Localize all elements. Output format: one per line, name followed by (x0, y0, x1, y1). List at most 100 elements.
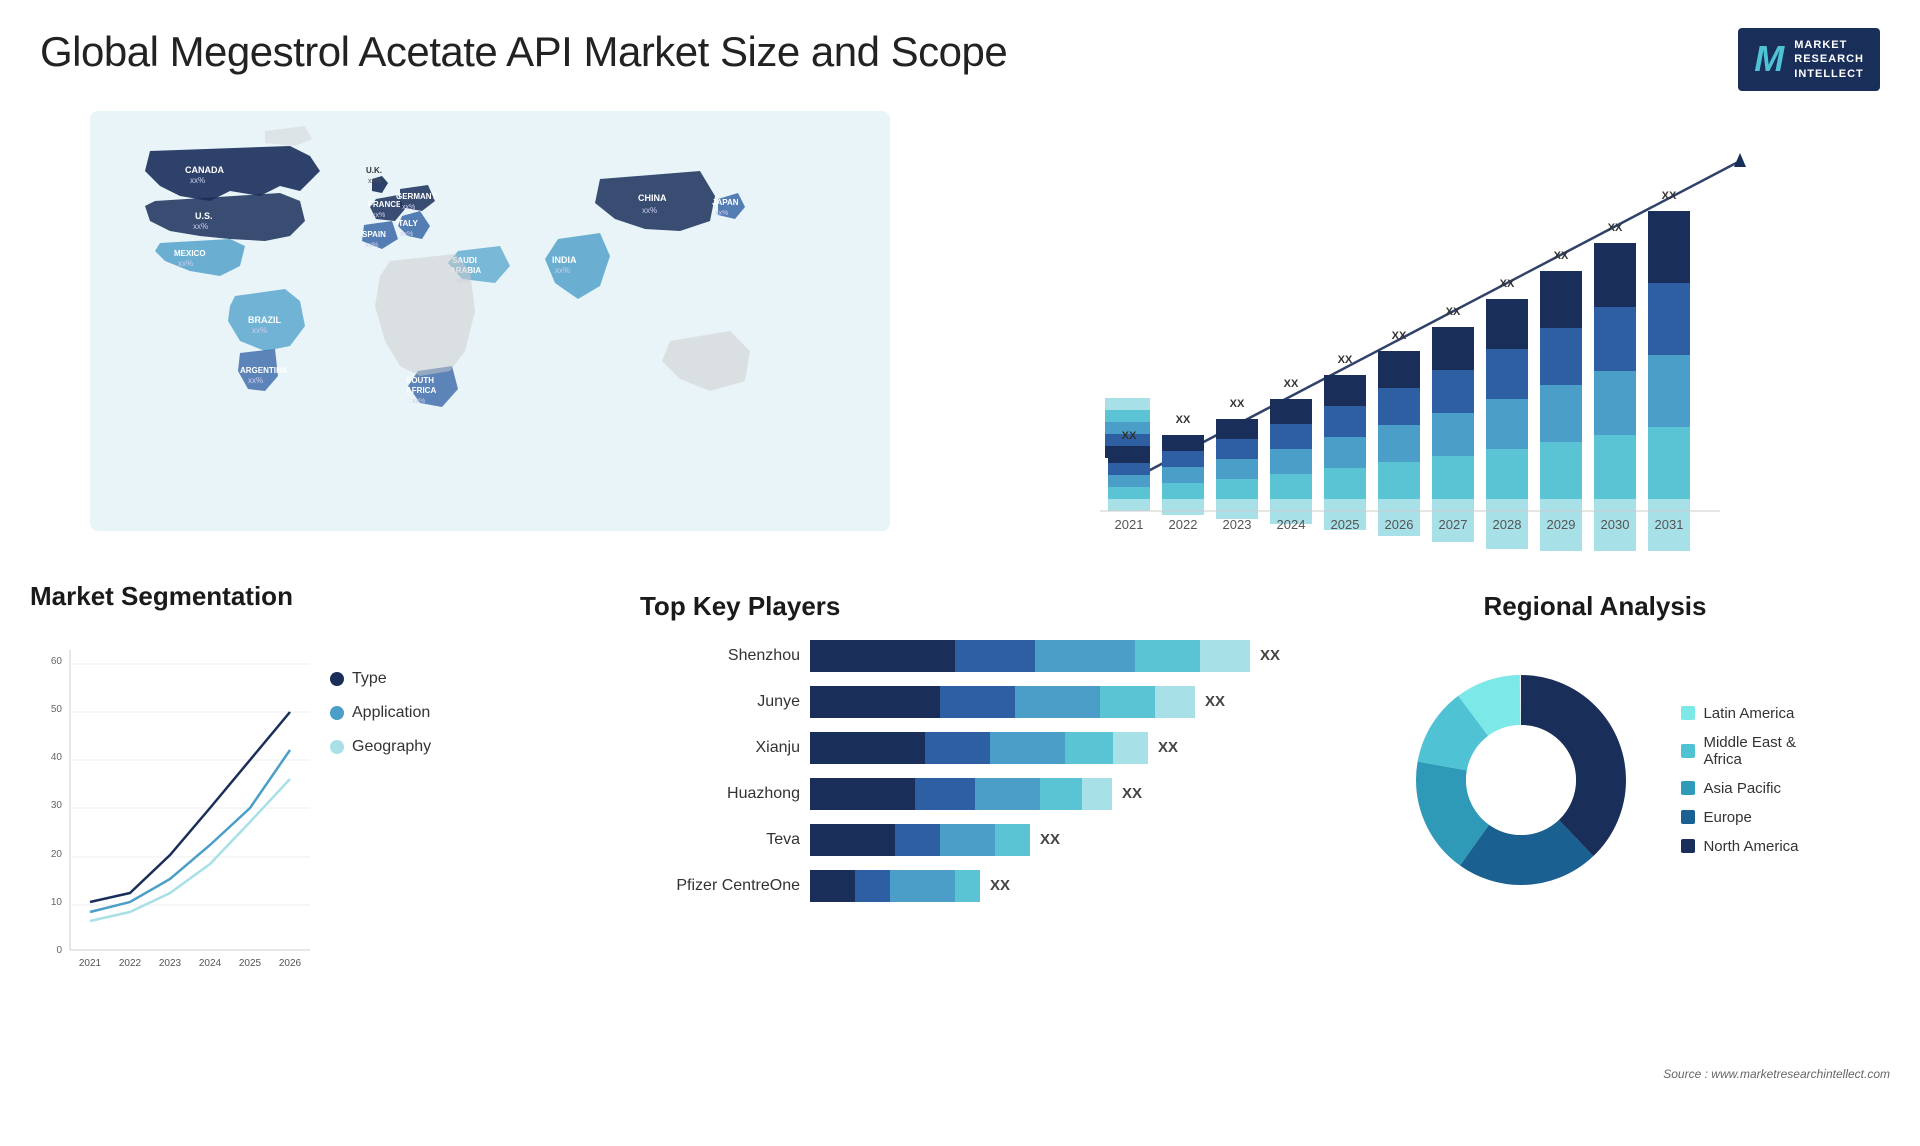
svg-text:XX: XX (1500, 278, 1515, 290)
player-name-huazhong: Huazhong (640, 785, 800, 803)
svg-text:CHINA: CHINA (638, 193, 667, 203)
svg-text:XX: XX (1662, 190, 1677, 202)
svg-text:xx%: xx% (365, 242, 378, 249)
latin-color (1681, 706, 1695, 720)
player-bar-junye: XX (810, 686, 1280, 718)
donut-area: Latin America Middle East &Africa Asia P… (1391, 650, 1798, 910)
svg-text:U.S.: U.S. (195, 211, 213, 221)
svg-text:xx%: xx% (715, 210, 728, 217)
player-xx-teva: XX (1040, 831, 1060, 848)
svg-text:10: 10 (51, 897, 63, 908)
svg-text:50: 50 (51, 704, 63, 715)
svg-text:INDIA: INDIA (552, 255, 577, 265)
svg-text:xx%: xx% (372, 212, 385, 219)
geography-label: Geography (352, 738, 431, 756)
svg-text:2027: 2027 (1439, 517, 1468, 532)
svg-text:2024: 2024 (199, 958, 222, 969)
svg-text:XX: XX (1608, 222, 1623, 234)
player-xx-pfizer: XX (990, 877, 1010, 894)
svg-text:2031: 2031 (1655, 517, 1684, 532)
apac-label: Asia Pacific (1703, 780, 1781, 797)
svg-text:xx%: xx% (193, 222, 208, 231)
na-color (1681, 839, 1695, 853)
svg-text:XX: XX (1446, 306, 1461, 318)
player-xx-shenzhou: XX (1260, 647, 1280, 664)
page-title: Global Megestrol Acetate API Market Size… (40, 28, 1007, 76)
europe-color (1681, 810, 1695, 824)
mea-color (1681, 744, 1695, 758)
apac-color (1681, 781, 1695, 795)
svg-text:XX: XX (1122, 430, 1137, 442)
player-name-pfizer: Pfizer CentreOne (640, 877, 800, 895)
world-map-svg: CANADA xx% U.S. xx% MEXICO xx% BRAZIL xx… (30, 111, 950, 531)
key-players-section: Top Key Players Shenzhou XX Junye (630, 571, 1290, 1101)
player-xianju: Xianju XX (640, 732, 1280, 764)
svg-text:2025: 2025 (239, 958, 262, 969)
svg-text:xx%: xx% (400, 231, 413, 238)
svg-text:0: 0 (56, 945, 62, 956)
legend-latin: Latin America (1681, 705, 1798, 722)
svg-text:2022: 2022 (119, 958, 142, 969)
bar-chart-section: XX XX XX XX (960, 101, 1900, 571)
svg-text:30: 30 (51, 800, 63, 811)
player-xx-xianju: XX (1158, 739, 1178, 756)
map-section: CANADA xx% U.S. xx% MEXICO xx% BRAZIL xx… (20, 101, 960, 571)
svg-text:xx%: xx% (190, 176, 205, 185)
latin-label: Latin America (1703, 705, 1794, 722)
europe-label: Europe (1703, 809, 1751, 826)
player-shenzhou: Shenzhou XX (640, 640, 1280, 672)
bar-pfizer (810, 870, 980, 902)
svg-text:2021: 2021 (1115, 517, 1144, 532)
segmentation-section: Market Segmentation 0 10 20 30 40 50 60 (20, 571, 630, 1101)
svg-text:xx%: xx% (368, 178, 381, 185)
svg-text:2026: 2026 (1385, 517, 1414, 532)
legend-apac: Asia Pacific (1681, 780, 1798, 797)
segmentation-title: Market Segmentation (30, 581, 620, 612)
svg-text:2023: 2023 (1223, 517, 1252, 532)
svg-text:xx%: xx% (642, 206, 657, 215)
player-name-junye: Junye (640, 693, 800, 711)
regional-section: Regional Analysis (1290, 571, 1900, 1101)
donut-chart (1391, 650, 1651, 910)
logo: M MARKET RESEARCH INTELLECT (1738, 28, 1880, 91)
bar-teva (810, 824, 1030, 856)
donut-legend: Latin America Middle East &Africa Asia P… (1681, 705, 1798, 855)
svg-text:XX: XX (1338, 354, 1353, 366)
svg-text:GERMANY: GERMANY (396, 192, 438, 201)
bar-xianju (810, 732, 1148, 764)
svg-text:2028: 2028 (1493, 517, 1522, 532)
seg-chart-area: 0 10 20 30 40 50 60 (30, 630, 620, 1010)
player-bar-teva: XX (810, 824, 1280, 856)
svg-text:xx%: xx% (252, 326, 267, 335)
svg-text:XX: XX (1230, 398, 1245, 410)
player-huazhong: Huazhong XX (640, 778, 1280, 810)
type-dot (330, 672, 344, 686)
bottom-row: Market Segmentation 0 10 20 30 40 50 60 (0, 571, 1920, 1101)
seg-legend: Type Application Geography (330, 630, 431, 772)
svg-text:ITALY: ITALY (396, 219, 418, 228)
svg-text:40: 40 (51, 752, 63, 763)
svg-text:xx%: xx% (412, 398, 425, 405)
player-bar-pfizer: XX (810, 870, 1280, 902)
bar-chart-svg: XX XX XX XX (970, 111, 1870, 551)
svg-text:SPAIN: SPAIN (362, 230, 386, 239)
player-bar-xianju: XX (810, 732, 1280, 764)
logo-text: MARKET RESEARCH INTELLECT (1794, 38, 1864, 81)
svg-text:xx%: xx% (555, 266, 570, 275)
legend-na: North America (1681, 838, 1798, 855)
svg-text:AFRICA: AFRICA (406, 386, 436, 395)
player-name-shenzhou: Shenzhou (640, 647, 800, 665)
svg-text:60: 60 (51, 656, 63, 667)
header: Global Megestrol Acetate API Market Size… (0, 0, 1920, 101)
svg-text:2023: 2023 (159, 958, 182, 969)
logo-area: M MARKET RESEARCH INTELLECT (1738, 28, 1880, 91)
player-pfizer: Pfizer CentreOne XX (640, 870, 1280, 902)
svg-text:20: 20 (51, 849, 63, 860)
mea-label: Middle East &Africa (1703, 734, 1796, 768)
regional-title: Regional Analysis (1484, 591, 1707, 622)
player-bar-huazhong: XX (810, 778, 1280, 810)
player-bar-shenzhou: XX (810, 640, 1280, 672)
bar-huazhong (810, 778, 1112, 810)
type-label: Type (352, 670, 387, 688)
application-label: Application (352, 704, 430, 722)
